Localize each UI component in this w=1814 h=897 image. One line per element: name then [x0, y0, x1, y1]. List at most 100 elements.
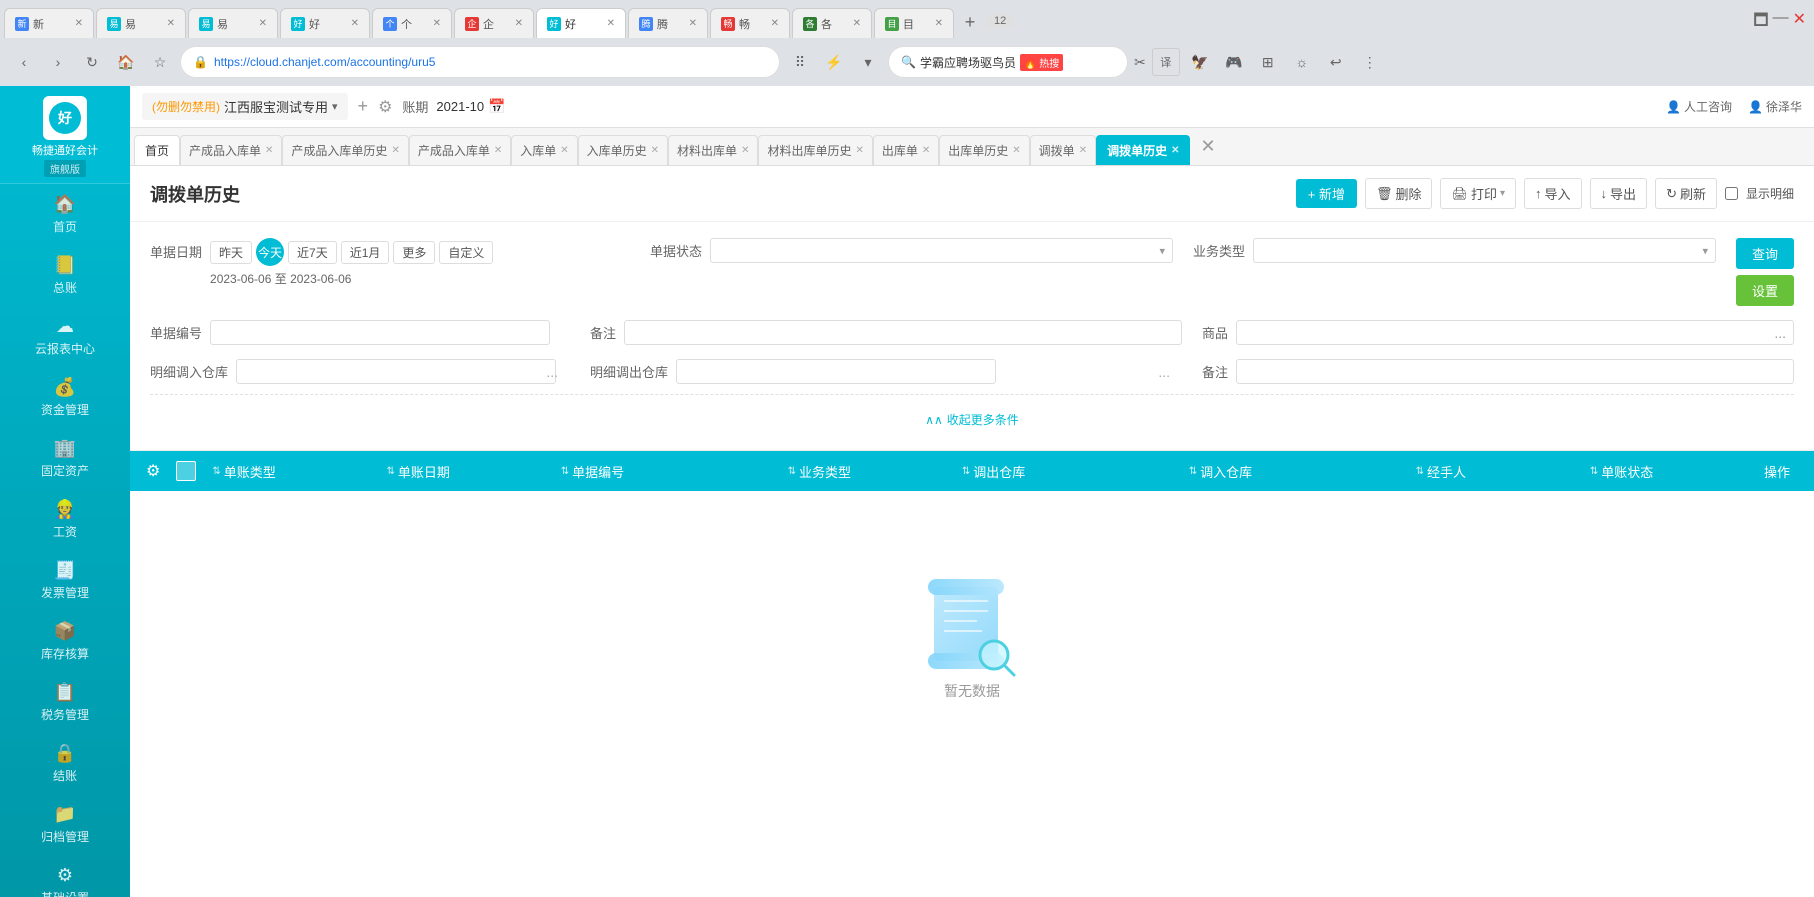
- tab-1-close[interactable]: ✕: [265, 145, 273, 156]
- date-yesterday-btn[interactable]: 昨天: [210, 241, 252, 264]
- display-checkbox[interactable]: [1725, 187, 1738, 200]
- page-tab-6[interactable]: 材料出库单 ✕: [668, 135, 758, 165]
- layout-icon[interactable]: ⊞: [1254, 48, 1282, 76]
- date-more-btn[interactable]: 更多: [393, 241, 435, 264]
- tab-2-close[interactable]: ✕: [391, 145, 399, 156]
- page-tab-5[interactable]: 入库单历史 ✕: [578, 135, 668, 165]
- refresh-browser-button[interactable]: ↻: [78, 48, 106, 76]
- date-1month-btn[interactable]: 近1月: [341, 241, 390, 264]
- delete-button[interactable]: 🗑 删除: [1365, 178, 1433, 209]
- extension-icon-1[interactable]: 🦅: [1186, 48, 1214, 76]
- sidebar-item-tax[interactable]: 📋 税务管理: [0, 672, 130, 733]
- sidebar-item-inventory[interactable]: 📦 库存核算: [0, 611, 130, 672]
- detail-out-ellipsis[interactable]: ...: [1154, 364, 1174, 380]
- refresh-button[interactable]: ↻ 刷新: [1655, 178, 1717, 209]
- display-toggle[interactable]: 显示明细: [1725, 185, 1794, 202]
- company-selector[interactable]: (勿删勿禁用) 江西服宝测试专用 ▾: [142, 93, 348, 120]
- user-menu[interactable]: 👤 徐泽华: [1748, 98, 1802, 115]
- col-date[interactable]: ⇅ 单账日期: [379, 462, 553, 481]
- service-button[interactable]: 👤 人工咨询: [1666, 98, 1732, 115]
- goods-ellipsis-btn[interactable]: ...: [1770, 325, 1790, 341]
- sidebar-item-home[interactable]: 🏠 首页: [0, 184, 130, 245]
- page-tab-2[interactable]: 产成品入库单历史 ✕: [282, 135, 408, 165]
- forward-button[interactable]: ›: [44, 48, 72, 76]
- page-tab-home[interactable]: 首页: [134, 135, 180, 165]
- tab-7-close[interactable]: ✕: [855, 145, 863, 156]
- browser-tab-8[interactable]: 腾 腾 ✕: [628, 8, 708, 38]
- table-settings-icon[interactable]: ⚙: [138, 461, 168, 481]
- sidebar-item-assets[interactable]: 🏢 固定资产: [0, 428, 130, 489]
- tab-6-close[interactable]: ✕: [741, 145, 749, 156]
- detail-out-input[interactable]: [676, 359, 996, 384]
- extensions-button[interactable]: ⠿: [786, 48, 814, 76]
- browser-tab-2[interactable]: 易 易 ✕: [96, 8, 186, 38]
- detail-in-ellipsis[interactable]: ...: [542, 364, 562, 380]
- calendar-icon[interactable]: 📅: [488, 98, 505, 115]
- goods-input[interactable]: [1236, 320, 1794, 345]
- print-button[interactable]: 🖨 打印 ▾: [1440, 178, 1516, 209]
- page-tab-10[interactable]: 调拨单 ✕: [1030, 135, 1096, 165]
- col-status[interactable]: ⇅ 单账状态: [1582, 462, 1756, 481]
- col-out-warehouse[interactable]: ⇅ 调出仓库: [954, 462, 1181, 481]
- col-type[interactable]: ⇅ 单账类型: [204, 462, 378, 481]
- sidebar-item-closing[interactable]: 🔒 结账: [0, 733, 130, 794]
- new-tab-button[interactable]: +: [956, 8, 984, 36]
- tab-close-6[interactable]: ✕: [515, 18, 523, 29]
- sidebar-item-archive[interactable]: 📁 归档管理: [0, 794, 130, 855]
- browser-search-bar[interactable]: 🔍 学霸应聘场驱鸟员 🔥 热搜: [888, 46, 1128, 78]
- browser-tab-1[interactable]: 新 新 ✕: [4, 8, 94, 38]
- export-button[interactable]: ↓ 导出: [1590, 178, 1648, 209]
- undo-icon[interactable]: ↩: [1322, 48, 1350, 76]
- detail-in-input[interactable]: [236, 359, 556, 384]
- browser-tab-9[interactable]: 畅 畅 ✕: [710, 8, 790, 38]
- tab-close-5[interactable]: ✕: [433, 18, 441, 29]
- tab-3-close[interactable]: ✕: [494, 145, 502, 156]
- col-in-warehouse[interactable]: ⇅ 调入仓库: [1181, 462, 1408, 481]
- date-custom-btn[interactable]: 自定义: [439, 241, 493, 264]
- tab-close-8[interactable]: ✕: [689, 18, 697, 29]
- extension-icon-2[interactable]: 🎮: [1220, 48, 1248, 76]
- star-button[interactable]: ☆: [146, 48, 174, 76]
- tab-5-close[interactable]: ✕: [651, 145, 659, 156]
- table-checkbox-all[interactable]: [176, 461, 196, 481]
- tab-close-7[interactable]: ✕: [607, 18, 615, 29]
- page-tab-11-active[interactable]: 调拨单历史 ✕: [1096, 135, 1190, 165]
- home-browser-button[interactable]: 🏠: [112, 48, 140, 76]
- sidebar-item-report[interactable]: ☁ 云报表中心: [0, 306, 130, 367]
- browser-tab-11[interactable]: 目 目 ✕: [874, 8, 954, 38]
- add-company-button[interactable]: +: [358, 96, 369, 117]
- browser-tab-6[interactable]: 企 企 ✕: [454, 8, 534, 38]
- import-button[interactable]: ↑ 导入: [1524, 178, 1582, 209]
- collapse-button[interactable]: ∧∧ 收起更多条件: [919, 405, 1025, 434]
- setting-button[interactable]: 设置: [1736, 275, 1794, 306]
- tab-4-close[interactable]: ✕: [560, 145, 568, 156]
- settings-gear-button[interactable]: ⚙: [378, 97, 392, 117]
- close-all-tabs-button[interactable]: ✕: [1194, 136, 1221, 157]
- address-bar[interactable]: 🔒 https://cloud.chanjet.com/accounting/u…: [180, 46, 780, 78]
- page-tab-9[interactable]: 出库单历史 ✕: [939, 135, 1029, 165]
- remark-input[interactable]: [624, 320, 1182, 345]
- new-button[interactable]: + 新增: [1296, 179, 1357, 208]
- sidebar-item-ledger[interactable]: 📒 总账: [0, 245, 130, 306]
- tab-close-2[interactable]: ✕: [167, 18, 175, 29]
- page-tab-4[interactable]: 入库单 ✕: [511, 135, 577, 165]
- remark2-input[interactable]: [1236, 359, 1794, 384]
- sidebar-item-settings[interactable]: ⚙ 基础设置: [0, 855, 130, 897]
- browser-tab-7-active[interactable]: 好 好 ✕: [536, 8, 626, 38]
- col-number[interactable]: ⇅ 单据编号: [553, 462, 780, 481]
- tab-10-close[interactable]: ✕: [1079, 145, 1087, 156]
- date-7days-btn[interactable]: 近7天: [288, 241, 337, 264]
- tab-11-close[interactable]: ✕: [1171, 145, 1179, 156]
- tab-8-close[interactable]: ✕: [922, 145, 930, 156]
- tab-close-4[interactable]: ✕: [351, 18, 359, 29]
- brightness-icon[interactable]: ☼: [1288, 48, 1316, 76]
- tab-close-11[interactable]: ✕: [935, 18, 943, 29]
- tab-close-3[interactable]: ✕: [259, 18, 267, 29]
- date-today-btn[interactable]: 今天: [256, 238, 284, 266]
- query-button[interactable]: 查询: [1736, 238, 1794, 269]
- page-tab-7[interactable]: 材料出库单历史 ✕: [758, 135, 872, 165]
- doc-number-input[interactable]: [210, 320, 550, 345]
- sidebar-item-capital[interactable]: 💰 资金管理: [0, 367, 130, 428]
- tab-close-1[interactable]: ✕: [75, 18, 83, 29]
- biz-type-select[interactable]: [1253, 238, 1716, 263]
